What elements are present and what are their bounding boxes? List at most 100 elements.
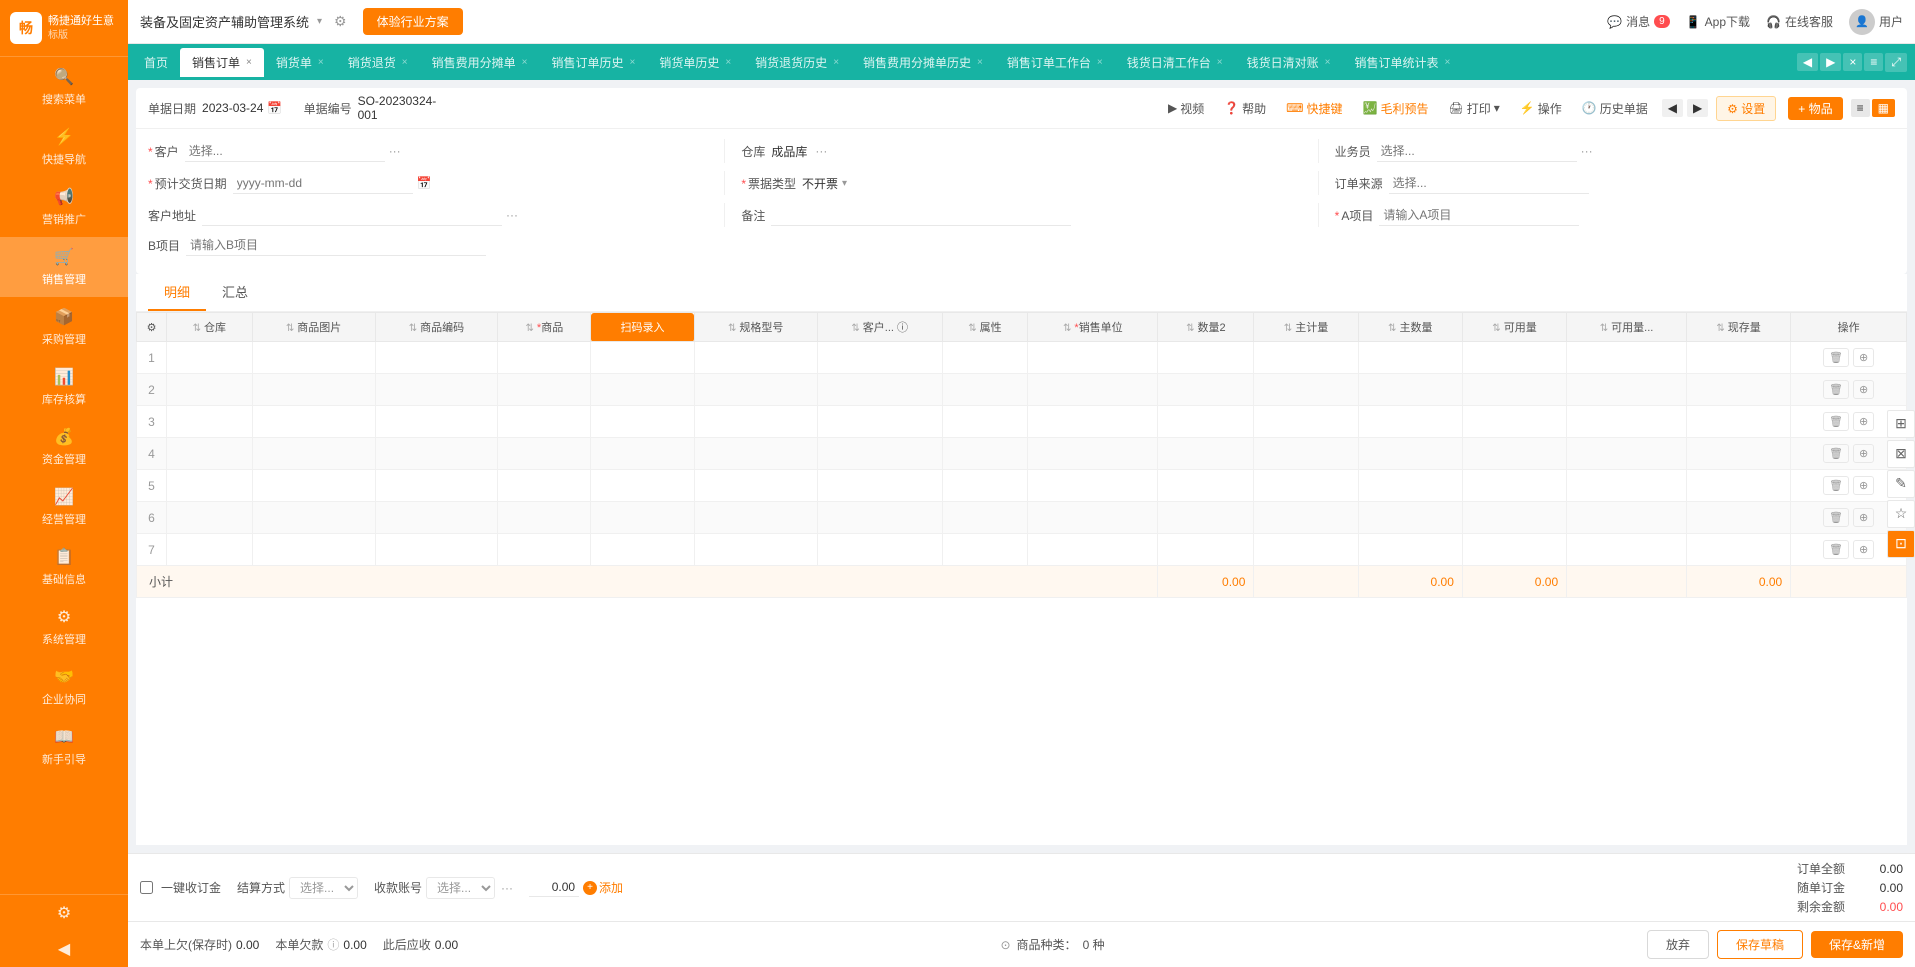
row-3-warehouse[interactable] <box>167 406 253 438</box>
close-sales-invoice-icon[interactable]: × <box>318 57 324 68</box>
panel-icon-2[interactable]: ⊠ <box>1887 440 1915 468</box>
shortcut-btn[interactable]: ⌨ 快捷键 <box>1280 98 1348 119</box>
row-1-unit[interactable] <box>1028 342 1158 374</box>
panel-icon-5[interactable]: ⊡ <box>1887 530 1915 558</box>
row-1-attr[interactable] <box>942 342 1028 374</box>
date-value[interactable]: 2023-03-24 <box>202 101 263 115</box>
delete-row-5-btn[interactable]: 🗑 <box>1823 476 1849 495</box>
message-btn[interactable]: 💬 消息 9 <box>1607 13 1670 30</box>
col-attr[interactable]: ⇅ 属性 <box>942 313 1028 342</box>
customer-address-input[interactable] <box>202 205 502 226</box>
row-2-main-qty[interactable] <box>1358 374 1462 406</box>
row-1-customer-code[interactable] <box>817 342 942 374</box>
close-expense-icon[interactable]: × <box>522 57 528 68</box>
panel-icon-3[interactable]: ✎ <box>1887 470 1915 498</box>
invoice-type-arrow[interactable]: ▾ <box>842 178 847 189</box>
panel-icon-4[interactable]: ☆ <box>1887 500 1915 528</box>
sidebar-item-sales[interactable]: 🛒 销售管理 <box>0 237 128 297</box>
col-qty2[interactable]: ⇅ 数量2 <box>1158 313 1254 342</box>
sidebar-collapse[interactable]: ◀ <box>0 931 128 967</box>
col-code[interactable]: ⇅ 商品编码 <box>375 313 498 342</box>
tab-home[interactable]: 首页 <box>132 48 180 77</box>
user-btn[interactable]: 👤 用户 <box>1849 9 1903 35</box>
tab-invoice-history[interactable]: 销货单历史 × <box>647 48 743 77</box>
history-btn[interactable]: 🕐 历史单据 <box>1576 98 1654 119</box>
nav-prev-btn[interactable]: ◀ <box>1797 53 1818 71</box>
notes-input[interactable] <box>771 205 1071 226</box>
delete-row-1-btn[interactable]: 🗑 <box>1823 348 1849 367</box>
row-1-available[interactable] <box>1462 342 1566 374</box>
tab-sales-invoice[interactable]: 销货单 × <box>264 48 336 77</box>
a-project-input[interactable] <box>1379 205 1579 226</box>
row-2-goods[interactable] <box>498 374 591 406</box>
salesperson-input[interactable] <box>1377 141 1577 162</box>
close-workbench-icon[interactable]: × <box>1097 57 1103 68</box>
operation-btn[interactable]: ⚡ 操作 <box>1514 98 1568 119</box>
industry-btn[interactable]: 体验行业方案 <box>363 8 463 35</box>
row-2-spec[interactable] <box>694 374 817 406</box>
payment-select[interactable]: 选择... <box>289 877 358 899</box>
profit-btn[interactable]: 💹 毛利预告 <box>1357 98 1435 119</box>
copy-row-1-btn[interactable]: ⊕ <box>1853 348 1874 367</box>
app-download-btn[interactable]: 📱 App下载 <box>1686 13 1750 30</box>
invoice-type-value[interactable]: 不开票 <box>802 175 838 192</box>
copy-row-4-btn[interactable]: ⊕ <box>1853 444 1874 463</box>
delivery-calendar-icon[interactable]: 📅 <box>417 176 432 190</box>
close-sales-order-icon[interactable]: × <box>246 57 252 68</box>
order-source-input[interactable] <box>1389 173 1589 194</box>
customer-input[interactable] <box>185 141 385 162</box>
form-next-btn[interactable]: ▶ <box>1687 99 1708 117</box>
copy-row-6-btn[interactable]: ⊕ <box>1853 508 1874 527</box>
customer-dots[interactable]: ··· <box>389 144 401 158</box>
delete-row-3-btn[interactable]: 🗑 <box>1823 412 1849 431</box>
table-scroll[interactable]: ⚙ ⇅ 仓库 ⇅ 商品图片 ⇅ 商品编码 ⇅ *商品 扫码录入 ⇅ 规格型号 ⇅… <box>136 312 1907 845</box>
tab-detail[interactable]: 明细 <box>148 274 206 311</box>
code-value[interactable]: SO-20230324-001 <box>358 94 448 122</box>
row-2-unit[interactable] <box>1028 374 1158 406</box>
nav-menu-btn[interactable]: ≡ <box>1864 53 1883 71</box>
row-1-spec[interactable] <box>694 342 817 374</box>
delete-row-2-btn[interactable]: 🗑 <box>1823 380 1849 399</box>
col-customer-code[interactable]: ⇅ 客户... ⓘ <box>817 313 942 342</box>
amount-input[interactable] <box>529 878 579 897</box>
sidebar-item-marketing[interactable]: 📢 营销推广 <box>0 177 128 237</box>
grid-view-btn[interactable]: ▦ <box>1872 99 1895 117</box>
tab-return-history[interactable]: 销货退货历史 × <box>743 48 851 77</box>
row-2-available[interactable] <box>1462 374 1566 406</box>
col-available2[interactable]: ⇅ 可用量... <box>1567 313 1687 342</box>
row-1-main-qty[interactable] <box>1358 342 1462 374</box>
sidebar-item-basics[interactable]: 📋 基础信息 <box>0 537 128 597</box>
row-2-qty2[interactable] <box>1158 374 1254 406</box>
sidebar-item-finance[interactable]: 💰 资金管理 <box>0 417 128 477</box>
col-available[interactable]: ⇅ 可用量 <box>1462 313 1566 342</box>
info-icon[interactable]: ⓘ <box>327 936 339 953</box>
sidebar-item-search[interactable]: 🔍 搜索菜单 <box>0 57 128 117</box>
row-1-warehouse[interactable] <box>167 342 253 374</box>
help-btn[interactable]: ❓ 帮助 <box>1218 98 1272 119</box>
save-draft-button[interactable]: 保存草稿 <box>1717 930 1803 959</box>
row-1-qty2[interactable] <box>1158 342 1254 374</box>
close-statistics-icon[interactable]: × <box>1444 57 1450 68</box>
save-new-button[interactable]: 保存&新增 <box>1811 931 1903 958</box>
delivery-date-input[interactable] <box>233 173 413 194</box>
sidebar-item-guide[interactable]: 📖 新手引导 <box>0 717 128 777</box>
col-image[interactable]: ⇅ 商品图片 <box>252 313 375 342</box>
form-prev-btn[interactable]: ◀ <box>1662 99 1683 117</box>
col-scan[interactable]: 扫码录入 <box>591 313 694 342</box>
sidebar-item-nav[interactable]: ⚡ 快捷导航 <box>0 117 128 177</box>
view-video-btn[interactable]: ▶ 视频 <box>1162 98 1210 119</box>
col-spec[interactable]: ⇅ 规格型号 <box>694 313 817 342</box>
settings-icon[interactable]: ⚙ <box>334 13 347 30</box>
nav-expand-btn[interactable]: ⤢ <box>1885 53 1907 72</box>
account-select[interactable]: 选择... <box>426 877 495 899</box>
close-invoice-history-icon[interactable]: × <box>725 57 731 68</box>
discard-button[interactable]: 放弃 <box>1647 930 1709 959</box>
row-2-warehouse[interactable] <box>167 374 253 406</box>
tab-summary[interactable]: 汇总 <box>206 274 264 311</box>
close-cash-reconcile-icon[interactable]: × <box>1325 57 1331 68</box>
sidebar-item-purchase[interactable]: 📦 采购管理 <box>0 297 128 357</box>
settings-button[interactable]: ⚙ 设置 <box>1716 96 1776 121</box>
row-1-code[interactable] <box>375 342 498 374</box>
sidebar-item-inventory[interactable]: 📊 库存核算 <box>0 357 128 417</box>
nav-next-btn[interactable]: ▶ <box>1820 53 1841 71</box>
